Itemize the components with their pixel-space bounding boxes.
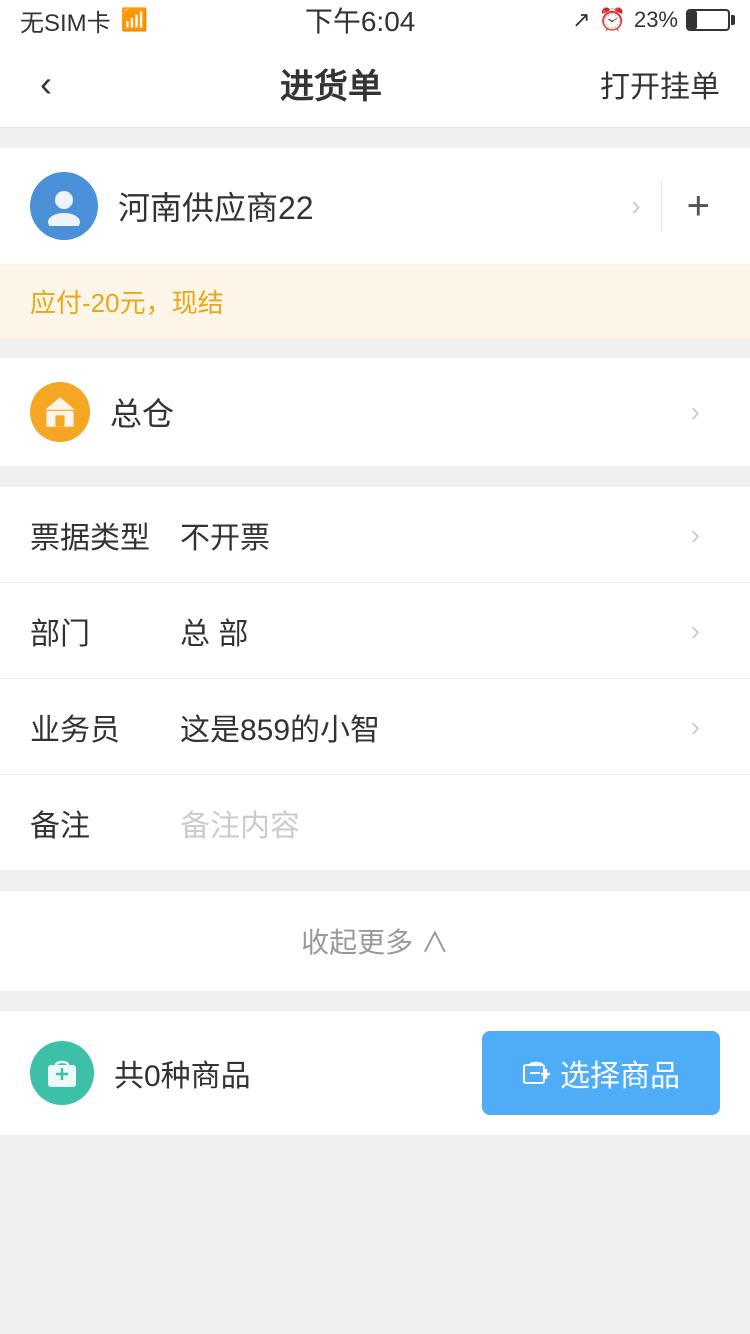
status-left: 无SIM卡 📶: [20, 3, 148, 38]
nav-bar: ‹ 进货单 打开挂单: [0, 40, 750, 128]
product-icon: [30, 1041, 94, 1105]
ticket-type-value: 不开票: [170, 513, 691, 557]
add-supplier-button[interactable]: +: [677, 184, 720, 229]
section-divider-1: [0, 128, 750, 148]
warehouse-row[interactable]: 总仓 ›: [0, 358, 750, 467]
form-row-salesperson[interactable]: 业务员 这是859的小智 ›: [0, 679, 750, 775]
back-button[interactable]: ‹: [30, 53, 62, 115]
section-divider-2: [0, 338, 750, 358]
department-value: 总 部: [170, 609, 691, 653]
supplier-row[interactable]: 河南供应商22 › +: [0, 148, 750, 265]
open-pending-button[interactable]: 打开挂单: [600, 62, 720, 106]
battery-icon: [686, 9, 730, 31]
department-chevron-icon: ›: [691, 615, 700, 647]
vertical-divider: [661, 181, 662, 231]
page-title: 进货单: [280, 59, 382, 108]
supplier-chevron-icon: ›: [631, 190, 640, 222]
location-icon: ↗: [572, 7, 590, 33]
collapse-label: 收起更多 ∧: [301, 921, 449, 961]
warehouse-icon: [30, 382, 90, 442]
form-section: 票据类型 不开票 › 部门 总 部 › 业务员 这是859的小智 › 备注 备注…: [0, 487, 750, 871]
department-label: 部门: [30, 609, 170, 653]
supplier-name: 河南供应商22: [118, 183, 631, 229]
battery-percent: 23%: [634, 7, 678, 33]
status-right: ↗ ⏰ 23%: [572, 7, 730, 33]
salesperson-label: 业务员: [30, 705, 170, 749]
status-time: 下午6:04: [305, 0, 416, 40]
collapse-row[interactable]: 收起更多 ∧: [0, 891, 750, 991]
status-bar: 无SIM卡 📶 下午6:04 ↗ ⏰ 23%: [0, 0, 750, 40]
carrier-text: 无SIM卡: [20, 3, 111, 38]
notice-bar: 应付-20元，现结: [0, 265, 750, 338]
salesperson-chevron-icon: ›: [691, 711, 700, 743]
select-product-button[interactable]: 选择商品: [482, 1031, 720, 1115]
form-row-ticket-type[interactable]: 票据类型 不开票 ›: [0, 487, 750, 583]
note-placeholder: 备注内容: [170, 801, 720, 845]
warehouse-name: 总仓: [110, 389, 691, 435]
bottom-bar: 共0种商品 选择商品: [0, 1011, 750, 1135]
form-row-note[interactable]: 备注 备注内容: [0, 775, 750, 871]
warehouse-chevron-icon: ›: [691, 396, 700, 428]
ticket-type-chevron-icon: ›: [691, 519, 700, 551]
note-label: 备注: [30, 801, 170, 845]
select-product-label: 选择商品: [560, 1051, 680, 1095]
salesperson-value: 这是859的小智: [170, 705, 691, 749]
warehouse-section: 总仓 ›: [0, 358, 750, 467]
wifi-icon: 📶: [121, 7, 148, 33]
notice-text: 应付-20元，现结: [30, 288, 224, 318]
alarm-icon: ⏰: [599, 7, 626, 33]
supplier-section: 河南供应商22 › + 应付-20元，现结: [0, 148, 750, 338]
product-count-text: 共0种商品: [114, 1051, 482, 1095]
form-row-department[interactable]: 部门 总 部 ›: [0, 583, 750, 679]
supplier-avatar: [30, 172, 98, 240]
ticket-type-label: 票据类型: [30, 513, 170, 557]
